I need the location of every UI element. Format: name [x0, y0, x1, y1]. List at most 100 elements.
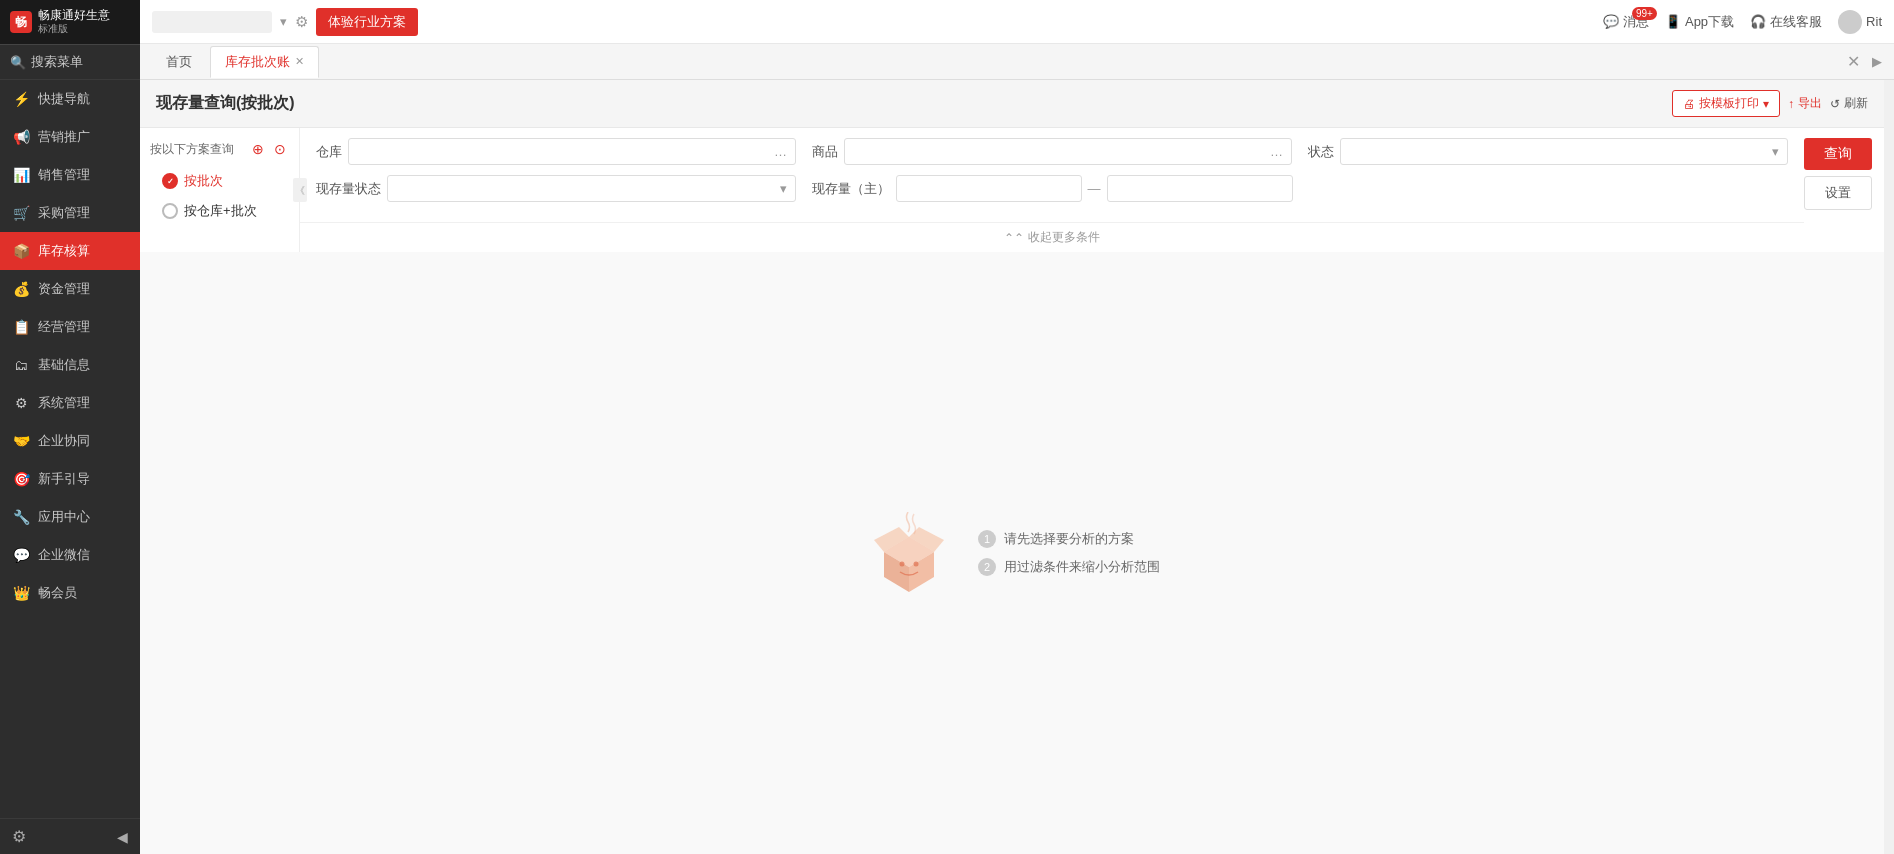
sidebar-item-basic[interactable]: 🗂 基础信息	[0, 346, 140, 384]
quick-nav-icon: ⚡	[12, 90, 30, 108]
sidebar: 畅 畅康通好生意 标准版 🔍 搜索菜单 ⚡ 快捷导航 📢 营销推广 📊 销售管理…	[0, 0, 140, 854]
collapse-left-icon: 《	[295, 185, 305, 196]
stock-label: 现存量（主）	[812, 180, 890, 198]
main-area: ▾ ⚙ 体验行业方案 💬 消息 99+ 📱 App下载 🎧 在线客服 Rit	[140, 0, 1894, 854]
sidebar-item-system[interactable]: ⚙ 系统管理	[0, 384, 140, 422]
online-support-item[interactable]: 🎧 在线客服	[1750, 13, 1822, 31]
filter-row-2: 现存量状态 ▾ 现存量（主） —	[316, 175, 1788, 202]
stock-range-field: 现存量（主） —	[812, 175, 1293, 202]
app-download-item[interactable]: 📱 App下载	[1665, 13, 1734, 31]
tab-batch-label: 库存批次账	[225, 53, 290, 71]
member-icon: 👑	[12, 584, 30, 602]
scheme-header-label: 按以下方案查询	[150, 141, 234, 158]
sidebar-item-finance[interactable]: 💰 资金管理	[0, 270, 140, 308]
scheme-item-warehouse-batch[interactable]: 按仓库+批次	[140, 196, 299, 226]
tab-close-main-icon[interactable]: ✕	[1839, 52, 1868, 71]
finance-icon: 💰	[12, 280, 30, 298]
scheme-panel-collapse-btn[interactable]: 《	[293, 178, 307, 202]
svg-point-7	[914, 561, 919, 566]
user-item[interactable]: Rit	[1838, 10, 1882, 34]
add-scheme-btn[interactable]: ⊕	[249, 140, 267, 158]
sidebar-item-label: 畅会员	[38, 584, 77, 602]
settings-scheme-btn[interactable]: ⊙	[271, 140, 289, 158]
empty-icon-wrapper	[864, 512, 954, 595]
status-field: 状态 ▾	[1308, 138, 1788, 165]
topbar-dropdown-icon[interactable]: ▾	[280, 14, 287, 29]
page-wrapper: 现存量查询(按批次) 🖨 按模板打印 ▾ ↑ 导出 ↺ 刷新	[140, 80, 1884, 854]
sidebar-settings-icon[interactable]: ⚙	[12, 827, 26, 846]
tab-batch[interactable]: 库存批次账 ✕	[210, 46, 319, 78]
empty-hint-1: 1 请先选择要分析的方案	[978, 530, 1160, 548]
messages-item[interactable]: 💬 消息 99+	[1603, 13, 1649, 31]
refresh-btn[interactable]: ↺ 刷新	[1830, 95, 1868, 112]
phone-icon: 📱	[1665, 14, 1681, 29]
product-field: 商品 …	[812, 138, 1292, 165]
sidebar-footer: ⚙ ◀	[0, 818, 140, 854]
warehouse-input[interactable]: …	[348, 138, 796, 165]
sidebar-collapse-icon[interactable]: ◀	[117, 829, 128, 845]
print-btn[interactable]: 🖨 按模板打印 ▾	[1672, 90, 1780, 117]
export-btn[interactable]: ↑ 导出	[1788, 95, 1822, 112]
inventory-icon: 📦	[12, 242, 30, 260]
app-info: 畅康通好生意 标准版	[38, 8, 110, 36]
messages-badge: 99+	[1632, 7, 1657, 20]
sidebar-item-sales[interactable]: 📊 销售管理	[0, 156, 140, 194]
scheme-item-batch[interactable]: ✓ 按批次	[140, 166, 299, 196]
export-icon: ↑	[1788, 97, 1794, 111]
sidebar-item-label: 新手引导	[38, 470, 90, 488]
topbar-settings-icon[interactable]: ⚙	[295, 13, 308, 31]
sidebar-item-quick-nav[interactable]: ⚡ 快捷导航	[0, 80, 140, 118]
search-icon: 🔍	[10, 55, 26, 70]
collapse-row[interactable]: ⌃⌃ 收起更多条件	[300, 222, 1804, 252]
query-actions: 查询 设置	[1804, 128, 1884, 252]
sidebar-item-label: 采购管理	[38, 204, 90, 222]
right-scrollbar[interactable]	[1884, 80, 1894, 854]
app-download-label: App下载	[1685, 13, 1734, 31]
scheme-warehouse-batch-label: 按仓库+批次	[184, 202, 257, 220]
settings-btn[interactable]: 设置	[1804, 176, 1872, 210]
topbar-search-input[interactable]	[152, 11, 272, 33]
product-dots-icon[interactable]: …	[1270, 144, 1283, 159]
sidebar-item-label: 资金管理	[38, 280, 90, 298]
query-btn[interactable]: 查询	[1804, 138, 1872, 170]
tab-home[interactable]: 首页	[152, 47, 206, 77]
hint-num-1: 1	[978, 530, 996, 548]
tab-scroll-right-icon[interactable]: ▶	[1872, 54, 1882, 69]
sidebar-item-wechat[interactable]: 💬 企业微信	[0, 536, 140, 574]
sidebar-item-purchase[interactable]: 🛒 采购管理	[0, 194, 140, 232]
industry-btn[interactable]: 体验行业方案	[316, 8, 418, 36]
tab-home-label: 首页	[166, 53, 192, 71]
warehouse-dots-icon[interactable]: …	[774, 144, 787, 159]
stock-min-input[interactable]	[896, 175, 1082, 202]
filter-form-wrapper: 仓库 … 商品 …	[300, 128, 1804, 252]
sidebar-item-guide[interactable]: 🎯 新手引导	[0, 460, 140, 498]
sidebar-item-label: 快捷导航	[38, 90, 90, 108]
system-icon: ⚙	[12, 394, 30, 412]
sidebar-search[interactable]: 🔍 搜索菜单	[0, 45, 140, 80]
empty-illustration	[864, 512, 954, 592]
stock-status-select[interactable]: ▾	[387, 175, 796, 202]
sidebar-item-business[interactable]: 📋 经营管理	[0, 308, 140, 346]
scheme-active-icon: ✓	[162, 173, 178, 189]
headset-icon: 🎧	[1750, 14, 1766, 29]
collapse-text: 收起更多条件	[1028, 229, 1100, 246]
status-select[interactable]: ▾	[1340, 138, 1788, 165]
empty-hints: 1 请先选择要分析的方案 2 用过滤条件来缩小分析范围	[978, 530, 1160, 576]
sidebar-nav: ⚡ 快捷导航 📢 营销推广 📊 销售管理 🛒 采购管理 📦 库存核算 💰 资金管…	[0, 80, 140, 818]
user-avatar	[1838, 10, 1862, 34]
enterprise-icon: 🤝	[12, 432, 30, 450]
stock-max-input[interactable]	[1107, 175, 1293, 202]
sidebar-item-inventory[interactable]: 📦 库存核算	[0, 232, 140, 270]
sidebar-item-label: 库存核算	[38, 242, 90, 260]
sidebar-item-enterprise[interactable]: 🤝 企业协同	[0, 422, 140, 460]
sidebar-item-appstore[interactable]: 🔧 应用中心	[0, 498, 140, 536]
stock-status-label: 现存量状态	[316, 180, 381, 198]
sidebar-item-marketing[interactable]: 📢 营销推广	[0, 118, 140, 156]
tab-bar: 首页 库存批次账 ✕ ✕ ▶	[140, 44, 1894, 80]
content-area: 现存量查询(按批次) 🖨 按模板打印 ▾ ↑ 导出 ↺ 刷新	[140, 80, 1894, 854]
sidebar-item-member[interactable]: 👑 畅会员	[0, 574, 140, 612]
tab-close-icon[interactable]: ✕	[295, 55, 304, 68]
product-input[interactable]: …	[844, 138, 1292, 165]
wechat-icon: 💬	[12, 546, 30, 564]
scheme-inactive-icon	[162, 203, 178, 219]
